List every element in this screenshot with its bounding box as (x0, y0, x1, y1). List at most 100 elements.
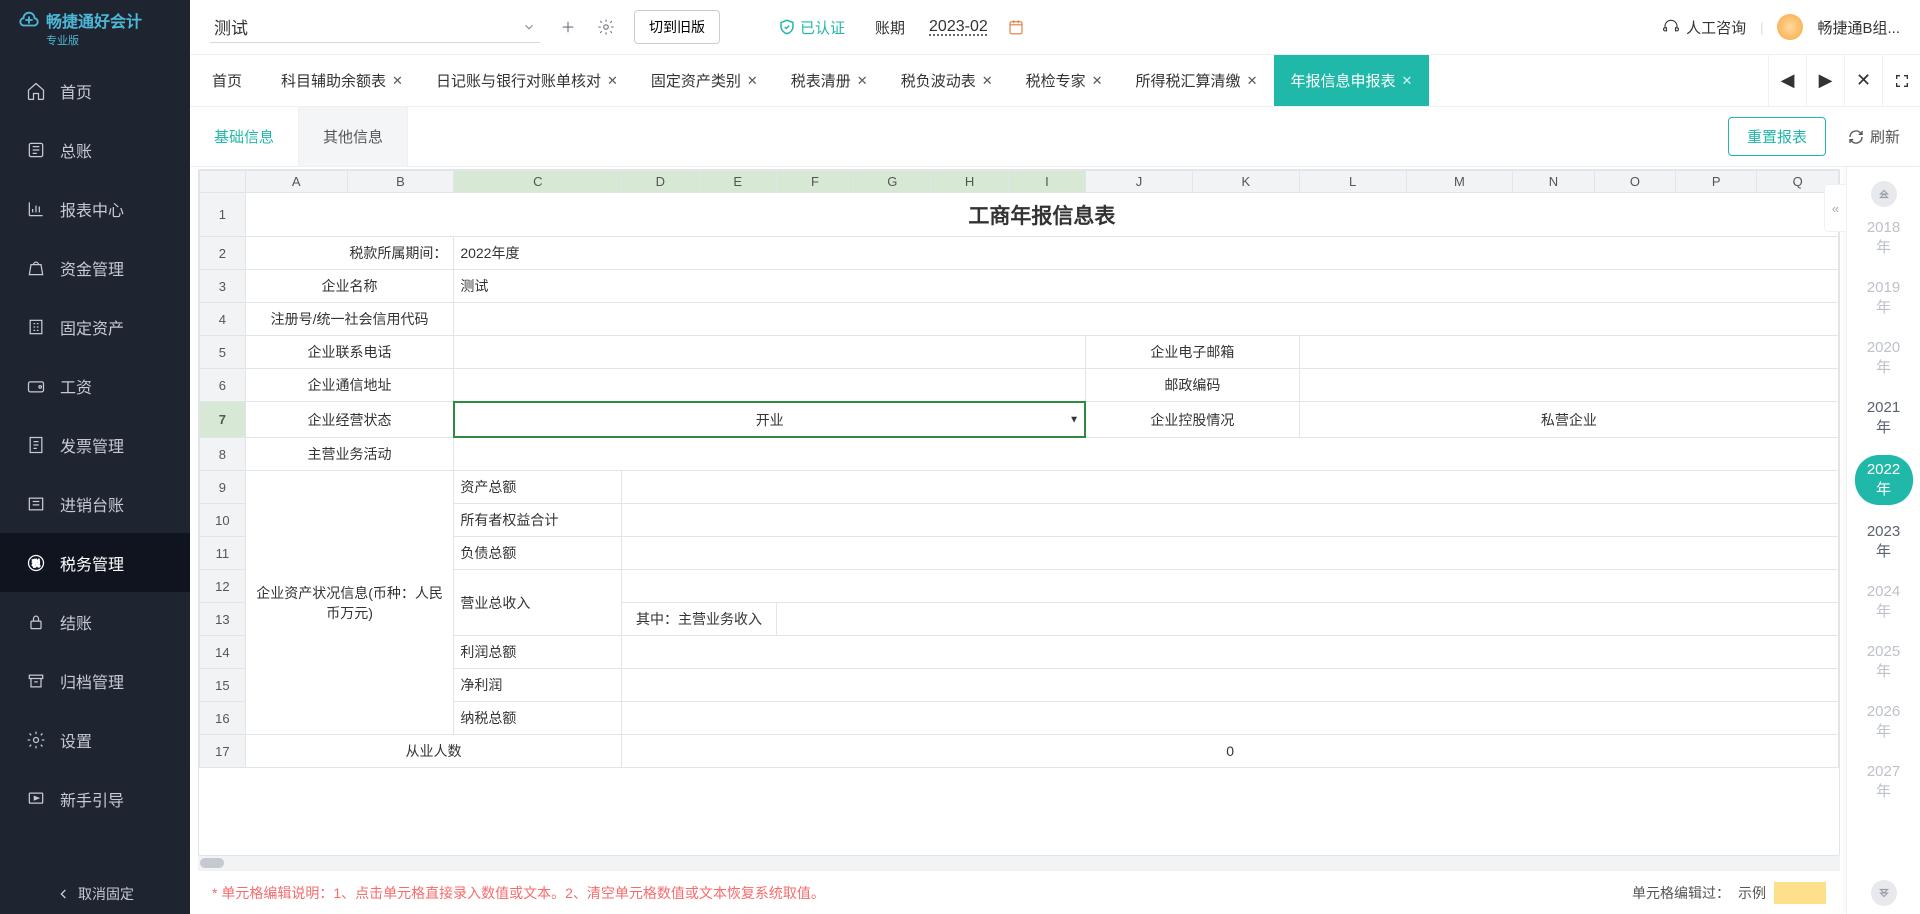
year-2018年[interactable]: 2018年 (1855, 215, 1913, 261)
col-G[interactable]: G (854, 171, 931, 193)
refresh-button[interactable]: 刷新 (1848, 126, 1900, 147)
cell-profit-total[interactable] (622, 636, 1839, 669)
close-icon[interactable]: ✕ (747, 73, 758, 89)
col-L[interactable]: L (1299, 171, 1406, 193)
spreadsheet[interactable]: A B C D E F G H I J K L M (198, 169, 1840, 856)
cell-holding[interactable]: 私营企业 (1299, 402, 1838, 438)
cell-total-assets[interactable] (622, 471, 1839, 504)
col-J[interactable]: J (1086, 171, 1193, 193)
cell-employees[interactable]: 0 (622, 735, 1839, 768)
year-2021年[interactable]: 2021年 (1855, 395, 1913, 441)
close-icon[interactable]: ✕ (857, 73, 868, 89)
nav-settings[interactable]: 设置 (0, 710, 190, 769)
select-all-cell[interactable] (200, 171, 246, 193)
settings-icon[interactable] (596, 17, 616, 37)
cell-company-name[interactable]: 测试 (454, 270, 1839, 303)
cell-main-biz[interactable] (454, 438, 1839, 471)
nav-salary[interactable]: 工资 (0, 356, 190, 415)
username[interactable]: 畅捷通B组... (1817, 17, 1900, 38)
cell-postcode[interactable] (1299, 369, 1838, 402)
org-select[interactable]: 测试 (210, 11, 540, 43)
tab-7[interactable]: 年报信息申报表✕ (1274, 55, 1429, 106)
nav-funds[interactable]: 资金管理 (0, 238, 190, 297)
cell-tax-total[interactable] (622, 702, 1839, 735)
tab-next[interactable]: ▶ (1806, 55, 1844, 106)
add-icon[interactable] (558, 17, 578, 37)
cell-reg-no[interactable] (454, 303, 1839, 336)
cell-phone[interactable] (454, 336, 1086, 369)
subtab-other[interactable]: 其他信息 (299, 107, 408, 166)
nav-ledger[interactable]: 总账 (0, 120, 190, 179)
cell-liabilities[interactable] (622, 537, 1839, 570)
period-value[interactable]: 2023-02 (929, 18, 988, 36)
year-2026年[interactable]: 2026年 (1855, 699, 1913, 745)
col-B[interactable]: B (347, 171, 454, 193)
nav-guide[interactable]: 新手引导 (0, 769, 190, 828)
h-scrollbar[interactable] (198, 856, 1840, 870)
cell-biz-status[interactable]: 开业▼ (454, 402, 1086, 438)
year-2023年[interactable]: 2023年 (1855, 519, 1913, 565)
tab-3[interactable]: 税表清册✕ (775, 55, 885, 106)
col-P[interactable]: P (1676, 171, 1757, 193)
cell-address[interactable] (454, 369, 1086, 402)
subtab-basic[interactable]: 基础信息 (190, 107, 299, 166)
tab-0[interactable]: 科目辅助余额表✕ (265, 55, 420, 106)
col-D[interactable]: D (622, 171, 699, 193)
tab-4[interactable]: 税负波动表✕ (885, 55, 1010, 106)
nav-home[interactable]: 首页 (0, 61, 190, 120)
col-O[interactable]: O (1594, 171, 1675, 193)
col-H[interactable]: H (931, 171, 1008, 193)
cell-owner-equity[interactable] (622, 504, 1839, 537)
year-up[interactable] (1871, 181, 1897, 207)
col-M[interactable]: M (1406, 171, 1513, 193)
col-F[interactable]: F (776, 171, 853, 193)
year-2019年[interactable]: 2019年 (1855, 275, 1913, 321)
col-E[interactable]: E (699, 171, 776, 193)
col-C[interactable]: C (454, 171, 622, 193)
reset-button[interactable]: 重置报表 (1728, 117, 1826, 156)
tab-5[interactable]: 税检专家✕ (1010, 55, 1120, 106)
close-icon[interactable]: ✕ (1401, 73, 1412, 89)
tab-prev[interactable]: ◀ (1768, 55, 1806, 106)
tab-home[interactable]: 首页 (190, 55, 265, 106)
year-down[interactable] (1871, 880, 1897, 906)
tab-2[interactable]: 固定资产类别✕ (635, 55, 775, 106)
pin-toggle[interactable]: 取消固定 (0, 874, 190, 914)
close-icon[interactable]: ✕ (982, 73, 993, 89)
cell-revenue[interactable] (622, 570, 1839, 603)
year-2022年[interactable]: 2022年 (1855, 455, 1913, 505)
tab-1[interactable]: 日记账与银行对账单核对✕ (420, 55, 635, 106)
switch-old-button[interactable]: 切到旧版 (634, 10, 720, 44)
year-2024年[interactable]: 2024年 (1855, 579, 1913, 625)
col-K[interactable]: K (1192, 171, 1299, 193)
nav-archive[interactable]: 归档管理 (0, 651, 190, 710)
consult-link[interactable]: 人工咨询 (1662, 17, 1746, 38)
cell-main-revenue[interactable] (776, 603, 1838, 636)
year-2025年[interactable]: 2025年 (1855, 639, 1913, 685)
close-icon[interactable]: ✕ (1247, 73, 1258, 89)
nav-close[interactable]: 结账 (0, 592, 190, 651)
nav-reports[interactable]: 报表中心 (0, 179, 190, 238)
col-I[interactable]: I (1008, 171, 1085, 193)
col-N[interactable]: N (1513, 171, 1594, 193)
year-collapse[interactable]: « (1824, 184, 1846, 232)
cell-net-profit[interactable] (622, 669, 1839, 702)
dropdown-icon[interactable]: ▼ (1069, 414, 1079, 425)
close-icon[interactable]: ✕ (1092, 73, 1103, 89)
close-icon[interactable]: ✕ (607, 73, 618, 89)
nav-invoice[interactable]: 发票管理 (0, 415, 190, 474)
nav-tax[interactable]: 税税务管理 (0, 533, 190, 592)
cell-email[interactable] (1299, 336, 1838, 369)
year-2027年[interactable]: 2027年 (1855, 759, 1913, 805)
nav-fixed-assets[interactable]: 固定资产 (0, 297, 190, 356)
tab-close-all[interactable]: ✕ (1844, 55, 1882, 106)
tab-6[interactable]: 所得税汇算清缴✕ (1120, 55, 1275, 106)
tab-fullscreen[interactable] (1882, 55, 1920, 106)
nav-inout[interactable]: 进销台账 (0, 474, 190, 533)
cell-period[interactable]: 2022年度 (454, 237, 1839, 270)
calendar-icon[interactable] (1006, 17, 1026, 37)
close-icon[interactable]: ✕ (392, 73, 403, 89)
year-2020年[interactable]: 2020年 (1855, 335, 1913, 381)
avatar[interactable] (1777, 14, 1803, 40)
col-A[interactable]: A (245, 171, 347, 193)
